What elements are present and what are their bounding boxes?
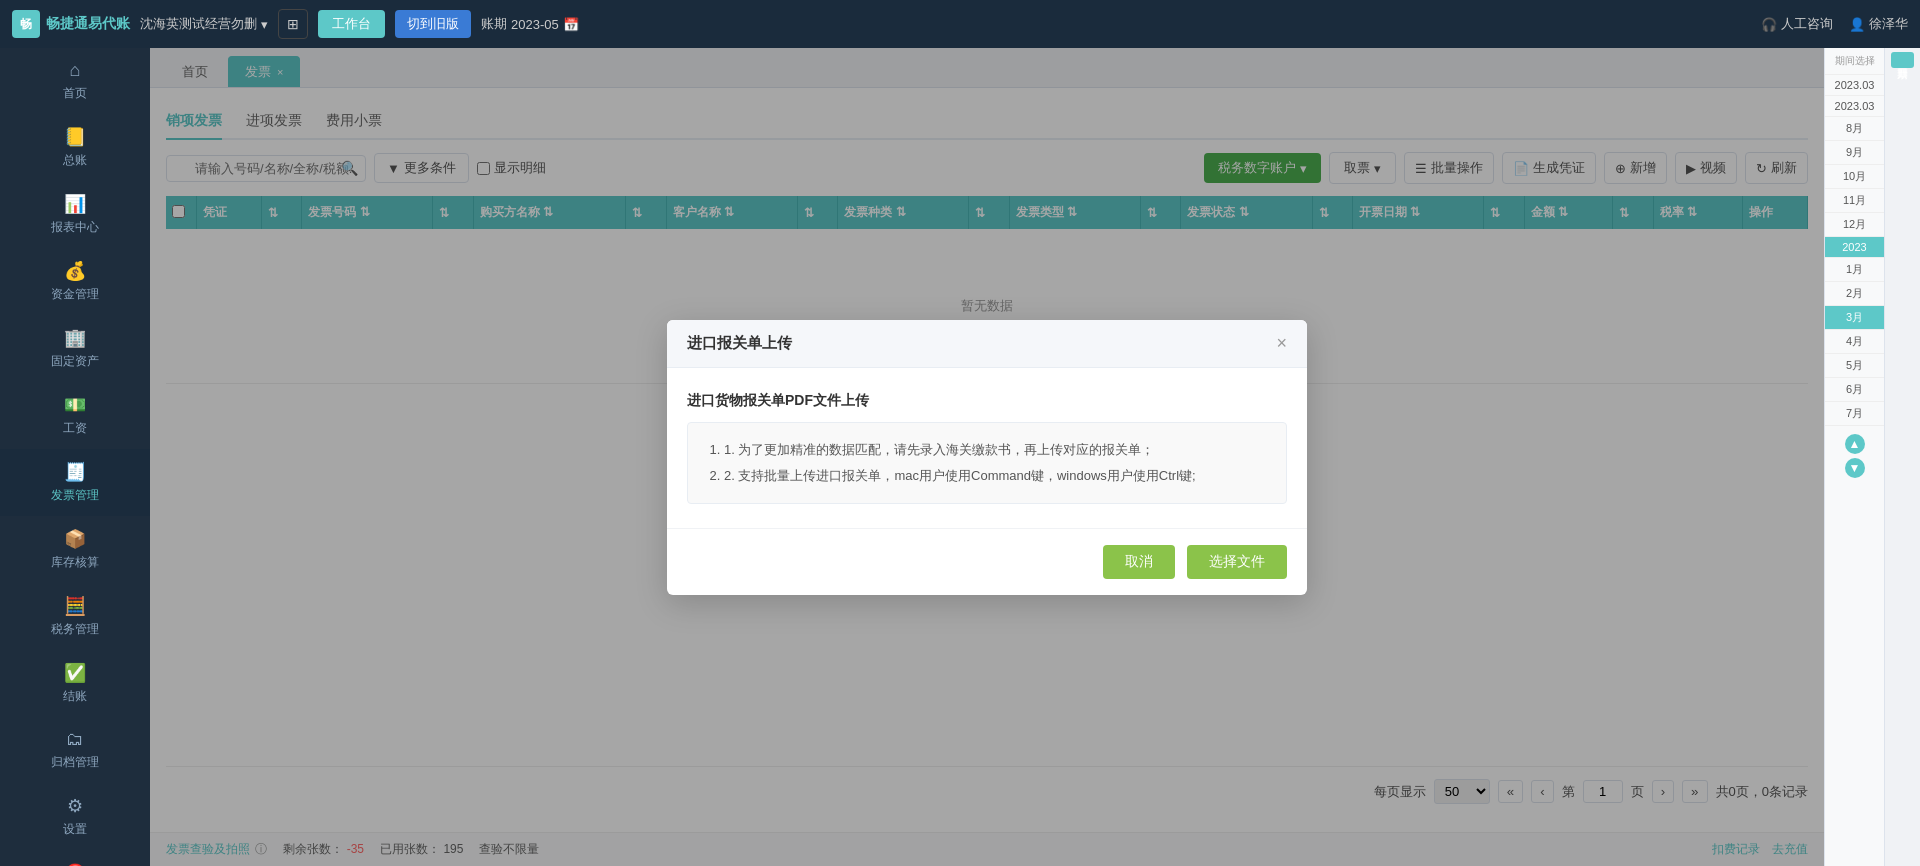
period-month-14[interactable]: 7月 [1825, 402, 1884, 426]
sidebar-label-home: 首页 [63, 85, 87, 102]
sidebar-item-archive[interactable]: 🗂 归档管理 [0, 717, 150, 783]
sidebar-label-settings: 设置 [63, 821, 87, 838]
sidebar-label-reports: 报表中心 [51, 219, 99, 236]
capital-icon: 💰 [64, 260, 86, 282]
sidebar-item-inventory[interactable]: 📦 库存核算 [0, 516, 150, 583]
logo: 畅 畅捷通易代账 [12, 10, 130, 38]
modal-info-list: 1. 为了更加精准的数据匹配，请先录入海关缴款书，再上传对应的报关单； 2. 支… [706, 437, 1268, 489]
period-month-9[interactable]: 2月 [1825, 282, 1884, 306]
scroll-up-btn[interactable]: ▲ [1845, 434, 1865, 454]
archive-icon: 🗂 [66, 729, 84, 750]
dropdown-icon: ▾ [261, 17, 268, 32]
sidebar-label-capital: 资金管理 [51, 286, 99, 303]
period-month-11[interactable]: 4月 [1825, 330, 1884, 354]
sidebar-item-ledger[interactable]: 📒 总账 [0, 114, 150, 181]
sidebar-label-settle: 结账 [63, 688, 87, 705]
workbench-button[interactable]: 工作台 [318, 10, 385, 38]
modal-body: 进口货物报关单PDF文件上传 1. 为了更加精准的数据匹配，请先录入海关缴款书，… [667, 368, 1307, 528]
support-button[interactable]: 🎧 人工咨询 [1761, 15, 1833, 33]
company-name: 沈海英测试经营勿删 [140, 15, 257, 33]
sidebar-item-tax[interactable]: 🧮 税务管理 [0, 583, 150, 650]
sidebar-item-settings[interactable]: ⚙ 设置 [0, 783, 150, 850]
logo-icon: 畅 [12, 10, 40, 38]
settle-icon: ✅ [64, 662, 86, 684]
invoice-icon: 🧾 [64, 461, 86, 483]
sidebar-item-guide[interactable]: 🎯 新手引导 [0, 850, 150, 866]
period-month-2[interactable]: 8月 [1825, 117, 1884, 141]
salary-icon: 💵 [64, 394, 86, 416]
sidebar-label-archive: 归档管理 [51, 754, 99, 771]
sidebar-item-home[interactable]: ⌂ 首页 [0, 48, 150, 114]
sidebar-item-salary[interactable]: 💵 工资 [0, 382, 150, 449]
topbar: 畅 畅捷通易代账 沈海英测试经营勿删 ▾ ⊞ 工作台 切到旧版 账期 2023-… [0, 0, 1920, 48]
main-layout: ⌂ 首页 📒 总账 📊 报表中心 💰 资金管理 🏢 固定资产 💵 工资 🧾 发票… [0, 48, 1920, 866]
period-value: 2023-05 [511, 17, 559, 32]
tax-icon: 🧮 [64, 595, 86, 617]
modal-confirm-button[interactable]: 选择文件 [1187, 545, 1287, 579]
period-month-5[interactable]: 11月 [1825, 189, 1884, 213]
right-panel: 开票日期 [1884, 48, 1920, 866]
period-month-10[interactable]: 3月 [1825, 306, 1884, 330]
panel-controls: ▲ ▼ [1825, 430, 1884, 482]
period-month-13[interactable]: 6月 [1825, 378, 1884, 402]
import-modal: 进口报关单上传 × 进口货物报关单PDF文件上传 1. 为了更加精准的数据匹配，… [667, 320, 1307, 595]
sidebar: ⌂ 首页 📒 总账 📊 报表中心 💰 资金管理 🏢 固定资产 💵 工资 🧾 发票… [0, 48, 150, 866]
sidebar-label-assets: 固定资产 [51, 353, 99, 370]
period-month-4[interactable]: 10月 [1825, 165, 1884, 189]
modal-info-item-2: 2. 支持批量上传进口报关单，mac用户使用Command键，windows用户… [724, 463, 1268, 489]
content-area: 首页 发票 × 销项发票 进项发票 费用小票 [150, 48, 1824, 866]
calendar-icon[interactable]: 📅 [563, 17, 579, 32]
sidebar-label-salary: 工资 [63, 420, 87, 437]
modal-header: 进口报关单上传 × [667, 320, 1307, 368]
modal-overlay: 进口报关单上传 × 进口货物报关单PDF文件上传 1. 为了更加精准的数据匹配，… [150, 48, 1824, 866]
company-selector[interactable]: 沈海英测试经营勿删 ▾ [140, 15, 268, 33]
sidebar-item-capital[interactable]: 💰 资金管理 [0, 248, 150, 315]
ledger-icon: 📒 [64, 126, 86, 148]
modal-footer: 取消 选择文件 [667, 528, 1307, 595]
period-info: 账期 2023-05 📅 [481, 15, 579, 33]
period-month-0[interactable]: 2023.03 [1825, 75, 1884, 96]
sidebar-label-ledger: 总账 [63, 152, 87, 169]
modal-title: 进口报关单上传 [687, 334, 792, 353]
inventory-icon: 📦 [64, 528, 86, 550]
open-date-panel-button[interactable]: 开票日期 [1891, 52, 1914, 68]
modal-cancel-button[interactable]: 取消 [1103, 545, 1175, 579]
modal-close-button[interactable]: × [1276, 334, 1287, 352]
user-icon: 👤 [1849, 17, 1865, 32]
sidebar-item-reports[interactable]: 📊 报表中心 [0, 181, 150, 248]
settings-icon: ⚙ [67, 795, 83, 817]
period-month-12[interactable]: 5月 [1825, 354, 1884, 378]
sidebar-label-tax: 税务管理 [51, 621, 99, 638]
sidebar-item-settle[interactable]: ✅ 结账 [0, 650, 150, 717]
scroll-down-btn[interactable]: ▼ [1845, 458, 1865, 478]
reports-icon: 📊 [64, 193, 86, 215]
sidebar-label-invoice: 发票管理 [51, 487, 99, 504]
period-selector-panel: 期间选择 2023.03 2023.03 8月 9月 10月 11月 12月 2… [1824, 48, 1884, 866]
switch-version-button[interactable]: 切到旧版 [395, 10, 471, 38]
sidebar-item-assets[interactable]: 🏢 固定资产 [0, 315, 150, 382]
company-icon-btn[interactable]: ⊞ [278, 9, 308, 39]
logo-text: 畅捷通易代账 [46, 15, 130, 33]
modal-info-item-1: 1. 为了更加精准的数据匹配，请先录入海关缴款书，再上传对应的报关单； [724, 437, 1268, 463]
assets-icon: 🏢 [64, 327, 86, 349]
period-month-7[interactable]: 2023 [1825, 237, 1884, 258]
user-menu[interactable]: 👤 徐泽华 [1849, 15, 1908, 33]
period-selector-header: 期间选择 [1825, 48, 1884, 75]
user-name: 徐泽华 [1869, 15, 1908, 33]
right-panel-container: 期间选择 2023.03 2023.03 8月 9月 10月 11月 12月 2… [1824, 48, 1920, 866]
topbar-right: 🎧 人工咨询 👤 徐泽华 [1761, 15, 1908, 33]
sidebar-item-invoice[interactable]: 🧾 发票管理 [0, 449, 150, 516]
period-month-3[interactable]: 9月 [1825, 141, 1884, 165]
period-month-6[interactable]: 12月 [1825, 213, 1884, 237]
period-month-8[interactable]: 1月 [1825, 258, 1884, 282]
period-label: 账期 [481, 15, 507, 33]
sidebar-label-inventory: 库存核算 [51, 554, 99, 571]
period-month-1[interactable]: 2023.03 [1825, 96, 1884, 117]
guide-icon: 🎯 [64, 862, 86, 866]
home-icon: ⌂ [70, 60, 81, 81]
headset-icon: 🎧 [1761, 17, 1777, 32]
modal-info-box: 1. 为了更加精准的数据匹配，请先录入海关缴款书，再上传对应的报关单； 2. 支… [687, 422, 1287, 504]
modal-section-title: 进口货物报关单PDF文件上传 [687, 392, 1287, 410]
